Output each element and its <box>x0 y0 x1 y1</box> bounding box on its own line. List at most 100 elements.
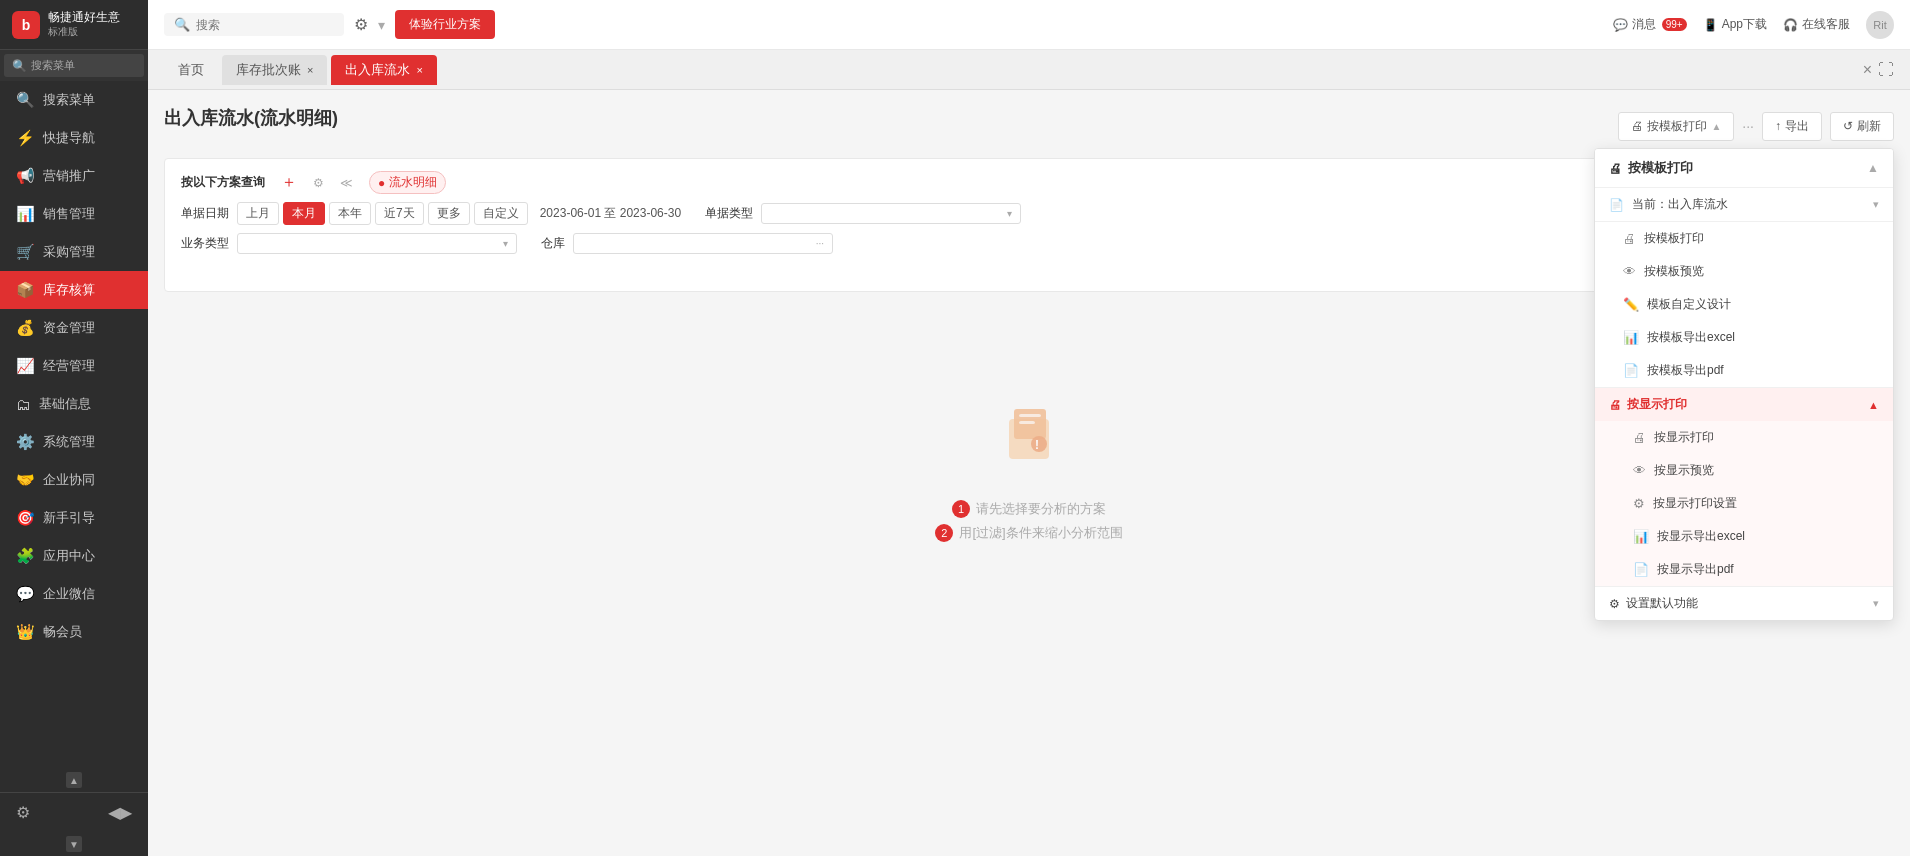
sidebar-item-purchase[interactable]: 🛒 采购管理 <box>0 233 148 271</box>
dropdown-display-settings[interactable]: ⚙ 按显示打印设置 <box>1595 487 1893 520</box>
sidebar-scroll-up[interactable]: ▲ <box>66 772 82 788</box>
sidebar-item-wechat[interactable]: 💬 企业微信 <box>0 575 148 613</box>
dp-display-print-icon: 🖨 <box>1609 398 1621 412</box>
sidebar-footer: ⚙ ◀▶ <box>0 792 148 832</box>
message-label: 消息 <box>1632 16 1656 33</box>
dropdown-display-preview[interactable]: 👁 按显示预览 <box>1595 454 1893 487</box>
date-more[interactable]: 更多 <box>428 202 470 225</box>
sidebar-item-inventory[interactable]: 📦 库存核算 <box>0 271 148 309</box>
tab-batch-close[interactable]: × <box>307 64 313 76</box>
svg-rect-3 <box>1019 421 1035 424</box>
filter-chip[interactable]: ● 流水明细 <box>369 171 446 194</box>
sidebar-item-label: 资金管理 <box>43 319 95 337</box>
sidebar-search-placeholder[interactable]: 搜索菜单 <box>31 58 75 73</box>
tab-flow[interactable]: 出入库流水 × <box>331 55 436 85</box>
topbar-search-input[interactable] <box>196 18 334 32</box>
message-button[interactable]: 💬 消息 99+ <box>1613 16 1687 33</box>
business-type-select[interactable]: ▾ <box>237 233 517 254</box>
dp-preview-label: 按模板预览 <box>1644 263 1704 280</box>
template-print-arrow: ▲ <box>1711 121 1721 132</box>
sidebar-item-label: 应用中心 <box>43 547 95 565</box>
dropdown-template-excel[interactable]: 📊 按模板导出excel <box>1595 321 1893 354</box>
warehouse-select[interactable]: ··· <box>573 233 833 254</box>
date-7days[interactable]: 近7天 <box>375 202 424 225</box>
sidebar-item-basic[interactable]: 🗂 基础信息 <box>0 385 148 423</box>
dropdown-current-section: 📄 当前：出入库流水 ▾ <box>1595 188 1893 222</box>
current-icon: 📄 <box>1609 198 1624 212</box>
system-icon: ⚙️ <box>16 433 35 451</box>
tab-flow-close[interactable]: × <box>416 64 422 76</box>
sidebar-item-sales[interactable]: 📊 销售管理 <box>0 195 148 233</box>
tab-expand-button[interactable]: ⛶ <box>1878 61 1894 79</box>
dropdown-footer-title: ⚙ 设置默认功能 <box>1609 595 1698 612</box>
voucher-type-select[interactable]: ▾ <box>761 203 1021 224</box>
sidebar-item-quicknav[interactable]: ⚡ 快捷导航 <box>0 119 148 157</box>
app-download-button[interactable]: 📱 App下载 <box>1703 16 1767 33</box>
avatar-text: Rit <box>1873 19 1886 31</box>
warehouse-arrow: ··· <box>816 238 824 249</box>
dropdown-display-pdf[interactable]: 📄 按显示导出pdf <box>1595 553 1893 586</box>
dropdown-display-excel[interactable]: 📊 按显示导出excel <box>1595 520 1893 553</box>
filter-collapse-icon[interactable]: ≪ <box>340 176 353 190</box>
dropdown-panel: 🖨 按模板打印 ▲ 📄 当前：出入库流水 ▾ 🖨 按模板打印 👁 <box>1594 148 1894 621</box>
dropdown-template-preview[interactable]: 👁 按模板预览 <box>1595 255 1893 288</box>
message-icon: 💬 <box>1613 18 1628 32</box>
date-custom[interactable]: 自定义 <box>474 202 528 225</box>
tab-close-all-button[interactable]: × <box>1863 61 1872 79</box>
dp-print-label: 按模板打印 <box>1644 230 1704 247</box>
sidebar-item-coop[interactable]: 🤝 企业协同 <box>0 461 148 499</box>
refresh-button[interactable]: ↺ 刷新 <box>1830 112 1894 141</box>
toolbar-more-icon[interactable]: ··· <box>1742 118 1754 134</box>
filter-business-type-field: 业务类型 ▾ <box>181 233 517 254</box>
sidebar-logo: b 畅捷通好生意 标准版 <box>0 0 148 50</box>
online-service-label: 在线客服 <box>1802 16 1850 33</box>
date-range-value: 2023-06-01 至 2023-06-30 <box>540 205 681 222</box>
tab-home[interactable]: 首页 <box>164 55 218 85</box>
user-avatar[interactable]: Rit <box>1866 11 1894 39</box>
dp-footer-icon: ⚙ <box>1609 597 1620 611</box>
dropdown-template-print[interactable]: 🖨 按模板打印 <box>1595 222 1893 255</box>
export-button[interactable]: ↑ 导出 <box>1762 112 1822 141</box>
sidebar-item-guide[interactable]: 🎯 新手引导 <box>0 499 148 537</box>
dp-dis-pdf-label: 按显示导出pdf <box>1657 561 1734 578</box>
dropdown-display-print[interactable]: 🖨 按显示打印 <box>1595 421 1893 454</box>
filter-warehouse-field: 仓库 ··· <box>541 233 833 254</box>
template-print-button[interactable]: 🖨 按模板打印 ▲ <box>1618 112 1734 141</box>
date-this-month[interactable]: 本月 <box>283 202 325 225</box>
operation-icon: 📈 <box>16 357 35 375</box>
sidebar-item-search[interactable]: 🔍 搜索菜单 <box>0 81 148 119</box>
filter-settings-icon[interactable]: ⚙ <box>313 176 324 190</box>
filter-add-button[interactable]: ＋ <box>281 172 297 193</box>
dropdown-display-header[interactable]: 🖨 按显示打印 ▲ <box>1595 388 1893 421</box>
sidebar-item-marketing[interactable]: 📢 营销推广 <box>0 157 148 195</box>
display-section-arrow[interactable]: ▲ <box>1868 399 1879 411</box>
sidebar-item-label: 企业微信 <box>43 585 95 603</box>
tab-batch[interactable]: 库存批次账 × <box>222 55 327 85</box>
app-download-label: App下载 <box>1722 16 1767 33</box>
dropdown-footer[interactable]: ⚙ 设置默认功能 ▾ <box>1595 587 1893 620</box>
sidebar-item-appcenter[interactable]: 🧩 应用中心 <box>0 537 148 575</box>
sidebar-item-finance[interactable]: 💰 资金管理 <box>0 309 148 347</box>
dropdown-template-design[interactable]: ✏️ 模板自定义设计 <box>1595 288 1893 321</box>
dropdown-collapse-arrow[interactable]: ▲ <box>1867 161 1879 175</box>
topbar-search-box[interactable]: 🔍 <box>164 13 344 36</box>
industry-solution-button[interactable]: 体验行业方案 <box>395 10 495 39</box>
sidebar-scroll-down[interactable]: ▼ <box>66 836 82 852</box>
svg-rect-2 <box>1019 414 1041 417</box>
sidebar-item-system[interactable]: ⚙️ 系统管理 <box>0 423 148 461</box>
online-service-button[interactable]: 🎧 在线客服 <box>1783 16 1850 33</box>
topbar-right: 💬 消息 99+ 📱 App下载 🎧 在线客服 Rit <box>1613 11 1894 39</box>
settings-icon[interactable]: ⚙ <box>16 803 30 822</box>
date-this-year[interactable]: 本年 <box>329 202 371 225</box>
sidebar-item-operation[interactable]: 📈 经营管理 <box>0 347 148 385</box>
collapse-icon[interactable]: ◀▶ <box>108 803 132 822</box>
marketing-icon: 📢 <box>16 167 35 185</box>
date-last-month[interactable]: 上月 <box>237 202 279 225</box>
dropdown-current-item[interactable]: 📄 当前：出入库流水 ▾ <box>1595 188 1893 221</box>
topbar-dropdown-arrow[interactable]: ▾ <box>378 17 385 33</box>
dropdown-template-pdf[interactable]: 📄 按模板导出pdf <box>1595 354 1893 387</box>
topbar-search-icon: 🔍 <box>174 17 190 32</box>
sidebar-item-label: 企业协同 <box>43 471 95 489</box>
topbar-gear-icon[interactable]: ⚙ <box>354 15 368 34</box>
sidebar-item-vip[interactable]: 👑 畅会员 <box>0 613 148 651</box>
